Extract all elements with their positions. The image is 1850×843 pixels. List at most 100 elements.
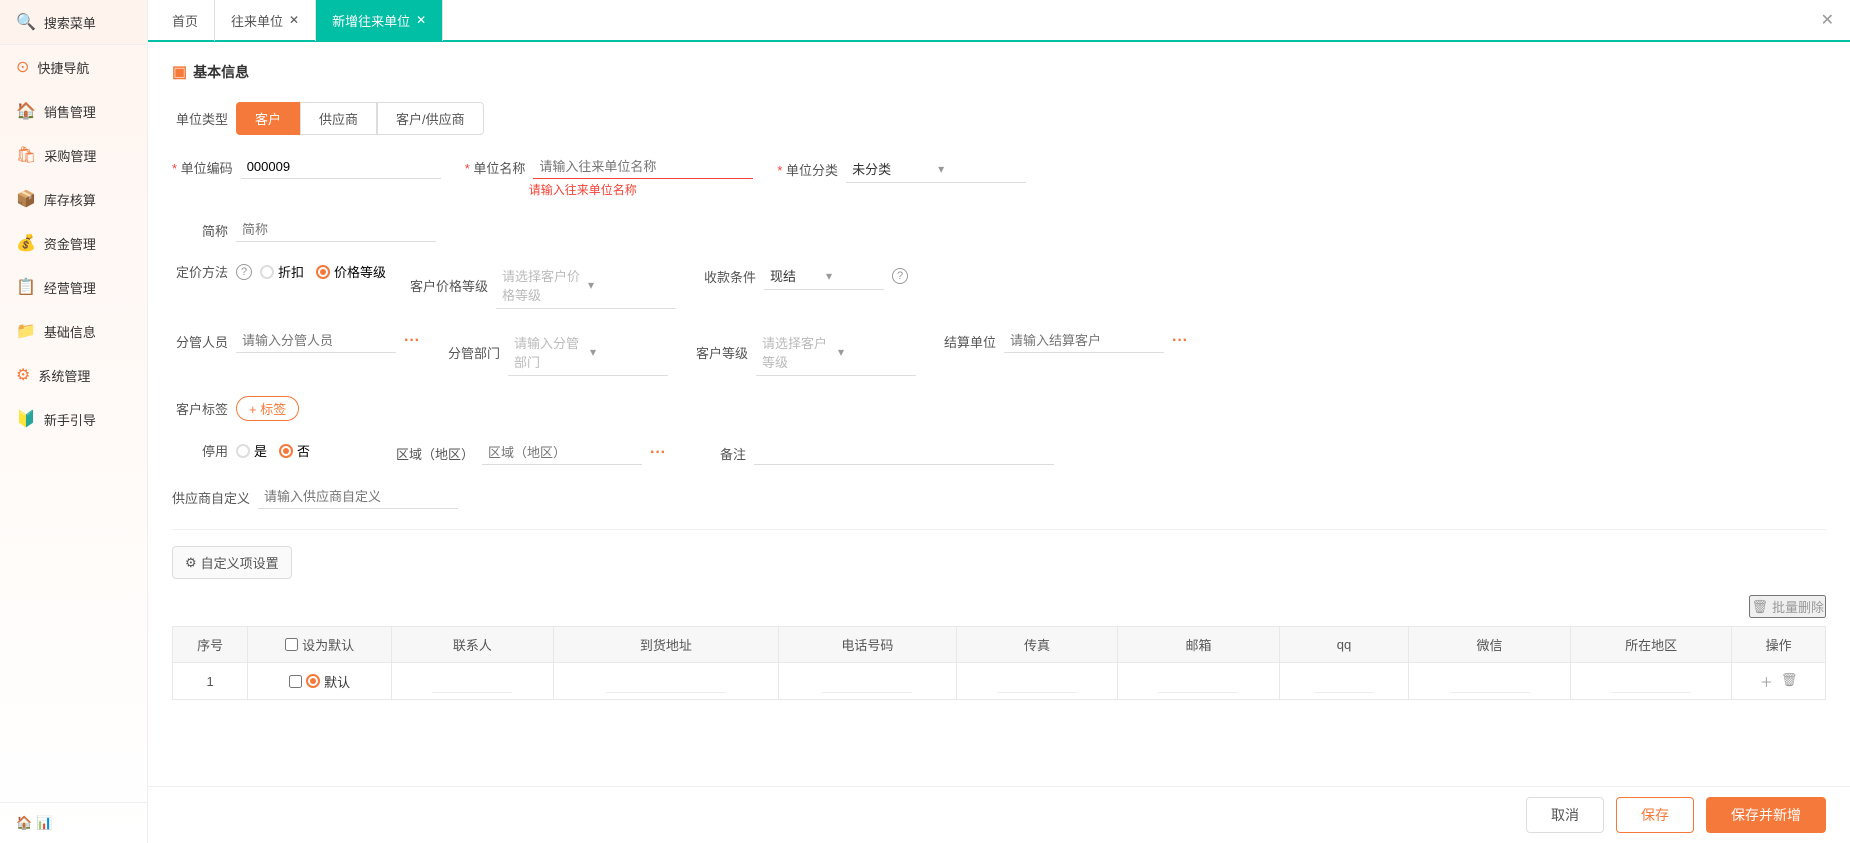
tab-home[interactable]: 首页 (156, 0, 215, 41)
disabled-label: 停用 (172, 441, 228, 460)
col-default: 设为默认 (248, 627, 392, 663)
batch-delete-label: 批量删除 (1772, 597, 1824, 616)
level-radio-dot (320, 269, 326, 275)
add-tag-button[interactable]: + 标签 (236, 396, 299, 421)
row-qq-input-1[interactable] (1314, 669, 1374, 693)
row-region-input-1[interactable] (1611, 669, 1691, 693)
unit-category-value: 未分类 (852, 159, 934, 178)
section-title-text: 基本信息 (193, 62, 249, 82)
customer-tag-row: 客户标签 + 标签 (172, 396, 1826, 421)
tab-home-label: 首页 (172, 11, 198, 30)
save-button[interactable]: 保存 (1616, 797, 1694, 833)
sidebar-item-sales[interactable]: 🏠 销售管理 (0, 89, 147, 133)
pricing-method-label: 定价方法 (172, 262, 228, 281)
custom-settings-button[interactable]: ⚙ 自定义项设置 (172, 546, 292, 579)
row-default-radio-1[interactable]: 默认 (306, 672, 350, 691)
unit-code-group: 单位编码 (172, 155, 441, 179)
tab-transactions[interactable]: 往来单位 ✕ (215, 0, 316, 41)
unit-btn-supplier[interactable]: 供应商 (300, 102, 377, 135)
col-region: 所在地区 (1570, 627, 1732, 663)
sidebar-item-search[interactable]: 🔍 搜索菜单 (0, 0, 147, 45)
payment-terms-group: 收款条件 现结 ▾ ? (700, 262, 908, 290)
row-fax-input-1[interactable] (997, 669, 1077, 693)
customer-level-select[interactable]: 请选择客户等级 ▾ (756, 329, 916, 376)
department-placeholder: 请输入分管部门 (514, 333, 586, 371)
tab-new-unit[interactable]: 新增往来单位 ✕ (316, 0, 443, 41)
cancel-button[interactable]: 取消 (1526, 797, 1604, 833)
supplier-custom-input[interactable] (258, 485, 458, 509)
select-all-checkbox[interactable] (285, 638, 298, 651)
sidebar-item-quick-nav[interactable]: ⊙ 快捷导航 (0, 45, 147, 89)
remark-input[interactable] (754, 441, 1054, 465)
customer-price-level-placeholder: 请选择客户价格等级 (502, 266, 584, 304)
row-qq-1 (1279, 663, 1409, 700)
sidebar-item-inventory[interactable]: 📦 库存核算 (0, 177, 147, 221)
batch-delete-button[interactable]: 🗑 批量删除 (1749, 595, 1826, 618)
unit-code-input[interactable] (241, 155, 441, 179)
pricing-radio-discount[interactable]: 折扣 (260, 262, 304, 281)
sidebar-label-inventory: 库存核算 (44, 190, 96, 209)
sidebar-item-base[interactable]: 📁 基础信息 (0, 309, 147, 353)
row-phone-input-1[interactable] (822, 669, 912, 693)
payment-terms-help-icon[interactable]: ? (892, 268, 908, 284)
settlement-unit-input[interactable] (1004, 329, 1164, 353)
sidebar-item-system[interactable]: ⚙ 系统管理 (0, 353, 147, 397)
disabled-radio-no[interactable]: 否 (279, 441, 310, 460)
unit-btn-customer[interactable]: 客户 (236, 102, 300, 135)
table-row: 1 默认 (173, 663, 1826, 700)
row-region-1 (1570, 663, 1732, 700)
sidebar-item-ops[interactable]: 📋 经营管理 (0, 265, 147, 309)
col-num: 序号 (173, 627, 248, 663)
sales-icon: 🏠 (16, 101, 36, 121)
tab-transactions-close[interactable]: ✕ (289, 13, 299, 27)
row-action-icons-1: ＋ 🗑 (1742, 672, 1815, 691)
col-email: 邮箱 (1118, 627, 1280, 663)
sidebar-label-purchase: 采购管理 (44, 146, 96, 165)
region-more-btn[interactable]: ··· (650, 444, 666, 462)
tab-new-unit-close[interactable]: ✕ (416, 13, 426, 27)
customer-price-level-arrow: ▾ (588, 278, 670, 292)
customer-price-level-select[interactable]: 请选择客户价格等级 ▾ (496, 262, 676, 309)
finance-icon: 💰 (16, 233, 36, 253)
unit-code-label: 单位编码 (172, 158, 233, 177)
row-address-input-1[interactable] (606, 669, 726, 693)
default-radio-dot-1 (310, 678, 316, 684)
close-all-button[interactable]: ✕ (1813, 10, 1842, 30)
region-group: 区域（地区） ··· (396, 441, 666, 465)
discount-label: 折扣 (278, 262, 304, 281)
disabled-group: 停用 是 否 (172, 441, 372, 460)
short-name-input[interactable] (236, 218, 436, 242)
sidebar-item-purchase[interactable]: 🛍 采购管理 (0, 133, 147, 177)
save-new-button[interactable]: 保存并新增 (1706, 797, 1826, 833)
manager-input[interactable] (236, 329, 396, 353)
row-wechat-input-1[interactable] (1450, 669, 1530, 693)
unit-category-arrow: ▾ (938, 162, 1020, 176)
sidebar-item-finance[interactable]: 💰 资金管理 (0, 221, 147, 265)
payment-terms-label: 收款条件 (700, 267, 756, 286)
department-select[interactable]: 请输入分管部门 ▾ (508, 329, 668, 376)
payment-terms-arrow: ▾ (826, 269, 878, 283)
payment-terms-select[interactable]: 现结 ▾ (764, 262, 884, 290)
unit-name-error: 请输入往来单位名称 (529, 183, 637, 197)
unit-btn-both[interactable]: 客户/供应商 (377, 102, 484, 135)
manager-more-btn[interactable]: ··· (404, 332, 420, 350)
sidebar-item-guide[interactable]: 🔰 新手引导 (0, 397, 147, 441)
sidebar-label-sales: 销售管理 (44, 102, 96, 121)
default-radio-circle-1 (306, 674, 320, 688)
short-name-label: 简称 (172, 221, 228, 240)
row-add-icon-1[interactable]: ＋ (1760, 672, 1773, 691)
pricing-radio-level[interactable]: 价格等级 (316, 262, 386, 281)
guide-icon: 🔰 (16, 409, 36, 429)
row-delete-icon-1[interactable]: 🗑 (1781, 672, 1798, 691)
row-email-input-1[interactable] (1158, 669, 1238, 693)
row-checkbox-1[interactable] (289, 675, 302, 688)
row-contact-input-1[interactable] (432, 669, 512, 693)
pricing-help-icon[interactable]: ? (236, 264, 252, 280)
purchase-icon: 🛍 (16, 145, 36, 165)
sidebar-label-finance: 资金管理 (44, 234, 96, 253)
settlement-more-btn[interactable]: ··· (1172, 332, 1188, 350)
unit-category-select[interactable]: 未分类 ▾ (846, 155, 1026, 183)
region-input[interactable] (482, 441, 642, 465)
unit-name-input[interactable] (533, 155, 753, 179)
disabled-radio-yes[interactable]: 是 (236, 441, 267, 460)
